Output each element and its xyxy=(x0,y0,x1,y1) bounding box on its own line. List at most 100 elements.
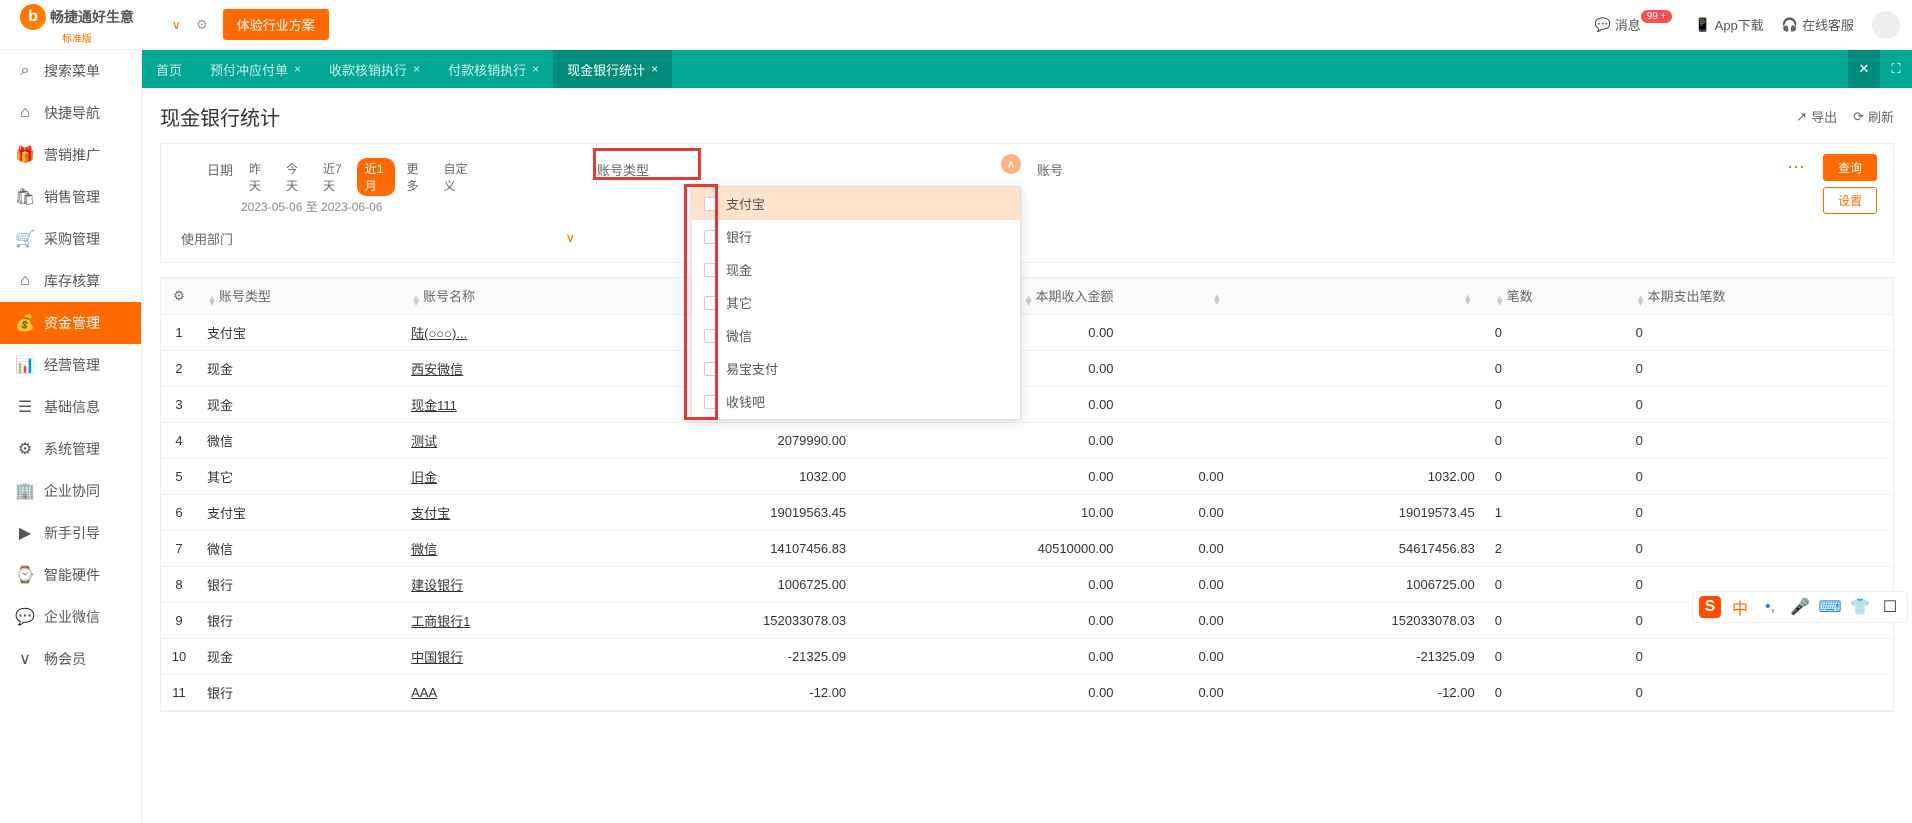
cell-name[interactable]: 西安微信 xyxy=(401,351,605,387)
checkbox-icon[interactable] xyxy=(704,230,718,244)
refresh-button[interactable]: ⟳ 刷新 xyxy=(1853,107,1894,126)
cell-name[interactable]: 中国银行 xyxy=(401,639,605,675)
sort-icon[interactable]: ▲▼ xyxy=(1212,295,1222,305)
tab-close-icon[interactable]: × xyxy=(651,62,658,76)
dropdown-option-4[interactable]: 微信 xyxy=(692,319,1020,352)
dropdown-option-1[interactable]: 银行 xyxy=(692,220,1020,253)
sidebar-item-7[interactable]: 📊经营管理 xyxy=(0,344,141,386)
column-header-7[interactable]: ▲▼本期支出笔数 xyxy=(1626,278,1893,315)
sidebar-item-1[interactable]: ⌂快捷导航 xyxy=(0,92,141,134)
cell-c5 xyxy=(1124,315,1234,351)
messages-button[interactable]: 💬 消息 99 + xyxy=(1595,15,1677,34)
support-button[interactable]: 🎧 在线客服 xyxy=(1782,15,1854,34)
sidebar-item-10[interactable]: 🏢企业协同 xyxy=(0,470,141,512)
org-dropdown-caret[interactable]: ∨ xyxy=(172,18,181,32)
column-header-4[interactable]: ▲▼ xyxy=(1124,278,1234,315)
dropdown-option-7[interactable]: 长沙银行 xyxy=(692,418,1020,419)
cell-name[interactable]: 测试 xyxy=(401,423,605,459)
sidebar-item-0[interactable]: ⌕搜索菜单 xyxy=(0,50,141,92)
cell-out-count: 0 xyxy=(1626,675,1893,711)
checkbox-icon[interactable] xyxy=(704,197,718,211)
tab-2[interactable]: 收款核销执行× xyxy=(315,50,434,88)
cell-name[interactable]: 微信 xyxy=(401,531,605,567)
collapse-filter-button[interactable]: ∧ xyxy=(1001,154,1021,174)
tab-0[interactable]: 首页 xyxy=(142,50,196,88)
tab-close-icon[interactable]: × xyxy=(294,62,301,76)
tab-4[interactable]: 现金银行统计× xyxy=(553,50,672,88)
sidebar-item-4[interactable]: 🛒采购管理 xyxy=(0,218,141,260)
column-header-5[interactable]: ▲▼ xyxy=(1234,278,1485,315)
table-row: 3 现金 现金111 53337567.78 0.00 0 0 xyxy=(161,387,1893,423)
sort-icon[interactable]: ▲▼ xyxy=(1495,296,1505,306)
ime-mic-icon[interactable]: 🎤 xyxy=(1789,596,1811,618)
dropdown-option-6[interactable]: 收钱吧 xyxy=(692,385,1020,418)
date-chip-3[interactable]: 近1月 xyxy=(357,158,395,196)
app-download-button[interactable]: 📱 App下载 xyxy=(1694,15,1763,34)
ime-punct-icon[interactable]: •, xyxy=(1759,596,1781,618)
dropdown-option-3[interactable]: 其它 xyxy=(692,286,1020,319)
date-chip-4[interactable]: 更多 xyxy=(399,158,432,196)
sort-icon[interactable]: ▲▼ xyxy=(207,296,217,306)
sogou-icon[interactable]: S xyxy=(1699,596,1721,618)
sidebar-item-11[interactable]: ▶新手引导 xyxy=(0,512,141,554)
checkbox-icon[interactable] xyxy=(704,296,718,310)
date-chip-2[interactable]: 近7天 xyxy=(315,158,353,196)
tab-1[interactable]: 预付冲应付单× xyxy=(196,50,315,88)
cell-name[interactable]: 陆(○○○)... xyxy=(401,315,605,351)
gear-icon[interactable]: ⚙ xyxy=(193,16,211,34)
column-settings-button[interactable]: ⚙ xyxy=(161,278,197,315)
settings-button[interactable]: 设置 xyxy=(1823,187,1877,214)
date-chip-1[interactable]: 今天 xyxy=(278,158,311,196)
cell-name[interactable]: AAA xyxy=(401,675,605,711)
checkbox-icon[interactable] xyxy=(704,329,718,343)
column-header-1[interactable]: ▲▼账号名称 xyxy=(401,278,605,315)
cell-income: 0.00 xyxy=(856,423,1123,459)
query-button[interactable]: 查询 xyxy=(1823,154,1877,181)
dropdown-option-5[interactable]: 易宝支付 xyxy=(692,352,1020,385)
column-header-6[interactable]: ▲▼笔数 xyxy=(1485,278,1626,315)
fullscreen-button[interactable]: ⛶ xyxy=(1880,50,1912,88)
cell-name[interactable]: 建设银行 xyxy=(401,567,605,603)
cell-name[interactable]: 工商银行1 xyxy=(401,603,605,639)
column-header-0[interactable]: ▲▼账号类型 xyxy=(197,278,401,315)
sidebar-item-3[interactable]: 🛍销售管理 xyxy=(0,176,141,218)
sort-icon[interactable]: ▲▼ xyxy=(411,296,421,306)
dropdown-option-0[interactable]: 支付宝 xyxy=(692,187,1020,220)
tab-close-icon[interactable]: × xyxy=(532,62,539,76)
sidebar-item-5[interactable]: ⌂库存核算 xyxy=(0,260,141,302)
sidebar-item-2[interactable]: 🎁营销推广 xyxy=(0,134,141,176)
sidebar-item-9[interactable]: ⚙系统管理 xyxy=(0,428,141,470)
ime-keyboard-icon[interactable]: ⌨ xyxy=(1819,596,1841,618)
ime-lang-label[interactable]: 中 xyxy=(1729,596,1751,618)
checkbox-icon[interactable] xyxy=(704,395,718,409)
account-type-input[interactable] xyxy=(657,158,957,182)
sidebar-item-8[interactable]: ☰基础信息 xyxy=(0,386,141,428)
cell-name[interactable]: 支付宝 xyxy=(401,495,605,531)
dropdown-option-2[interactable]: 现金 xyxy=(692,253,1020,286)
user-avatar[interactable] xyxy=(1872,11,1900,39)
sort-icon[interactable]: ▲▼ xyxy=(1463,295,1473,305)
tab-3[interactable]: 付款核销执行× xyxy=(434,50,553,88)
industry-solution-button[interactable]: 体验行业方案 xyxy=(223,9,329,40)
logo[interactable]: b 畅捷通好生意 标准版 xyxy=(12,4,142,45)
sidebar-item-13[interactable]: 💬企业微信 xyxy=(0,596,141,638)
date-chip-0[interactable]: 昨天 xyxy=(241,158,274,196)
more-filters-button[interactable]: ⋯ xyxy=(1787,157,1807,178)
export-button[interactable]: ↗ 导出 xyxy=(1796,107,1837,126)
close-all-tabs-button[interactable]: ✕ xyxy=(1848,50,1880,88)
checkbox-icon[interactable] xyxy=(704,263,718,277)
checkbox-icon[interactable] xyxy=(704,362,718,376)
sidebar-item-6[interactable]: 💰资金管理 xyxy=(0,302,141,344)
sidebar-item-14[interactable]: ∨畅会员 xyxy=(0,638,141,680)
account-input[interactable] xyxy=(1071,158,1371,182)
sidebar-item-12[interactable]: ⌚智能硬件 xyxy=(0,554,141,596)
dept-select[interactable]: ∨ xyxy=(241,228,581,248)
tab-close-icon[interactable]: × xyxy=(413,62,420,76)
date-chip-5[interactable]: 自定义 xyxy=(436,158,478,196)
sort-icon[interactable]: ▲▼ xyxy=(1024,296,1034,306)
cell-name[interactable]: 现金111 xyxy=(401,387,605,423)
ime-toolbox-icon[interactable]: ☐ xyxy=(1879,596,1901,618)
sort-icon[interactable]: ▲▼ xyxy=(1636,296,1646,306)
ime-skin-icon[interactable]: 👕 xyxy=(1849,596,1871,618)
cell-name[interactable]: 旧金 xyxy=(401,459,605,495)
